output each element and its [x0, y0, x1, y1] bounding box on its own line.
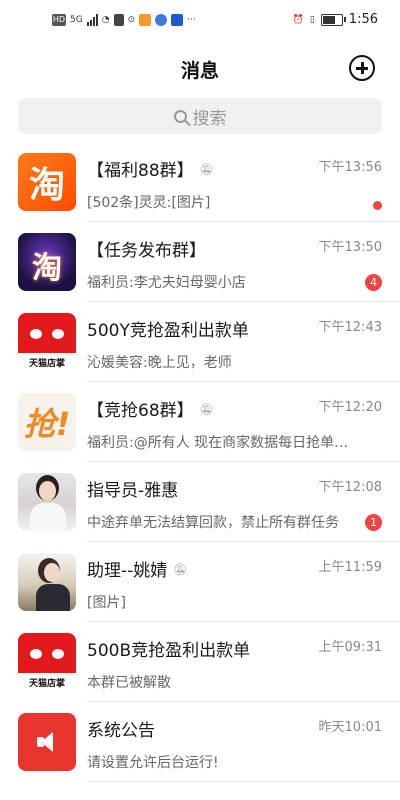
tmall-avatar: 天猫店掌	[18, 633, 76, 691]
hd-indicator: HD	[52, 14, 66, 26]
group-avatar: 淘	[18, 233, 76, 291]
notification-icon: ⊙	[127, 15, 136, 25]
app-notification-icon	[139, 14, 152, 26]
more-notifications-icon: ···	[187, 15, 196, 25]
conversation-item[interactable]: 指导员-雅惠 下午12:08 中途弃单无法结算回款，禁止所有群任务 1	[0, 462, 400, 542]
conversation-item[interactable]: 天猫店掌 500B竞抢盈利出款单 上午09:31 本群已被解散	[0, 622, 400, 702]
conversation-preview: 请设置允许后台运行!	[87, 755, 219, 771]
header: 消息	[0, 48, 400, 90]
tmall-caption: 天猫店掌	[28, 359, 65, 369]
conversation-preview: [图片]	[87, 595, 126, 611]
conversation-time: 下午13:56	[318, 160, 382, 175]
conversation-item[interactable]: 助理--姚婧 🔕︎ 上午11:59 [图片]	[0, 542, 400, 622]
conversation-time: 下午13:50	[318, 240, 382, 255]
status-time: 1:56	[348, 12, 378, 27]
conversation-time: 上午09:31	[318, 640, 382, 655]
conversation-time: 上午11:59	[318, 560, 382, 575]
conversation-name: 指导员-雅惠	[87, 481, 179, 501]
page-title: 消息	[180, 60, 219, 82]
conversation-preview: 沁媛美容:晚上见，老师	[87, 355, 232, 371]
conversation-name: 【福利88群】 🔕︎	[87, 161, 214, 181]
unread-dot	[373, 201, 382, 210]
conversation-preview: [502条]灵灵:[图片]	[87, 195, 211, 211]
system-avatar	[18, 713, 76, 771]
conversation-name: 500Y竞抢盈利出款单	[87, 321, 249, 341]
search-bar[interactable]: 搜索	[18, 98, 382, 134]
conversation-item[interactable]: 淘 【福利88群】 🔕︎ 下午13:56 [502条]灵灵:[图片]	[0, 142, 400, 222]
search-icon	[173, 109, 187, 123]
conversation-name: 【竞抢68群】 🔕︎	[87, 401, 214, 421]
tmall-cat-logo	[18, 633, 76, 673]
conversation-item[interactable]: 抢! 【竞抢68群】 🔕︎ 下午12:20 福利员:@所有人 现在商家数据每日抢单…	[0, 382, 400, 462]
plus-circle-icon[interactable]	[349, 55, 375, 81]
unread-badge: 4	[365, 274, 382, 291]
conversation-time: 下午12:20	[318, 400, 382, 415]
signal-icon	[86, 14, 98, 26]
conversation-list: 淘 【福利88群】 🔕︎ 下午13:56 [502条]灵灵:[图片] 淘 【任务发…	[0, 142, 400, 782]
status-bar-right: ⏰ ▯ 1:56	[293, 12, 378, 27]
bell-off-icon: 🔕︎	[199, 163, 214, 176]
conversation-name: 系统公告	[87, 721, 155, 741]
conversation-name: 500B竞抢盈利出款单	[87, 641, 251, 661]
conversation-time: 昨天10:01	[318, 720, 382, 735]
status-bar-left: HD 5G ◔ ⊙ ···	[52, 14, 196, 26]
tmall-cat-logo	[18, 313, 76, 353]
conversation-item[interactable]: 系统公告 昨天10:01 请设置允许后台运行!	[0, 702, 400, 782]
group-avatar: 抢!	[18, 393, 76, 451]
app-notification-icon	[171, 14, 184, 26]
divider	[87, 781, 400, 782]
unread-badge: 1	[365, 514, 382, 531]
speaker-icon	[35, 731, 59, 753]
taobao-logo: 淘	[28, 165, 65, 206]
conversation-item[interactable]: 天猫店掌 500Y竞抢盈利出款单 下午12:43 沁媛美容:晚上见，老师	[0, 302, 400, 382]
bell-off-icon: 🔕︎	[173, 563, 188, 576]
user-avatar	[18, 473, 76, 531]
alarm-icon: ⏰	[292, 14, 304, 25]
qiang-logo: 抢!	[23, 405, 71, 443]
conversation-name: 助理--姚婧 🔕︎	[87, 561, 188, 581]
wifi-icon: ◔	[101, 15, 110, 25]
group-avatar: 淘	[18, 153, 76, 211]
bell-off-icon: 🔕︎	[199, 403, 214, 416]
conversation-time: 下午12:43	[318, 320, 382, 335]
user-avatar	[18, 553, 76, 611]
tmall-caption: 天猫店掌	[28, 679, 65, 689]
status-bar: HD 5G ◔ ⊙ ··· ⏰ ▯ 1:56	[0, 0, 400, 46]
conversation-item[interactable]: 淘 【任务发布群】 下午13:50 福利员:李尤夫妇母婴小店 4	[0, 222, 400, 302]
conversation-name: 【任务发布群】	[87, 241, 206, 261]
conversation-preview: 本群已被解散	[87, 675, 171, 691]
battery-icon	[320, 13, 346, 26]
conversation-preview: 福利员:李尤夫妇母婴小店	[87, 275, 246, 291]
search-placeholder: 搜索	[192, 108, 227, 129]
app-notification-icon	[155, 14, 168, 26]
vibrate-icon: ▯	[309, 14, 315, 25]
taobao-logo: 淘	[32, 251, 62, 286]
conversation-time: 下午12:08	[318, 480, 382, 495]
tmall-avatar: 天猫店掌	[18, 313, 76, 371]
conversation-preview: 中途弃单无法结算回款，禁止所有群任务	[87, 515, 339, 531]
network-type-label: 5G	[70, 15, 83, 25]
message-notification-icon	[113, 14, 124, 26]
conversation-preview: 福利员:@所有人 现在商家数据每日抢单…	[87, 435, 349, 451]
